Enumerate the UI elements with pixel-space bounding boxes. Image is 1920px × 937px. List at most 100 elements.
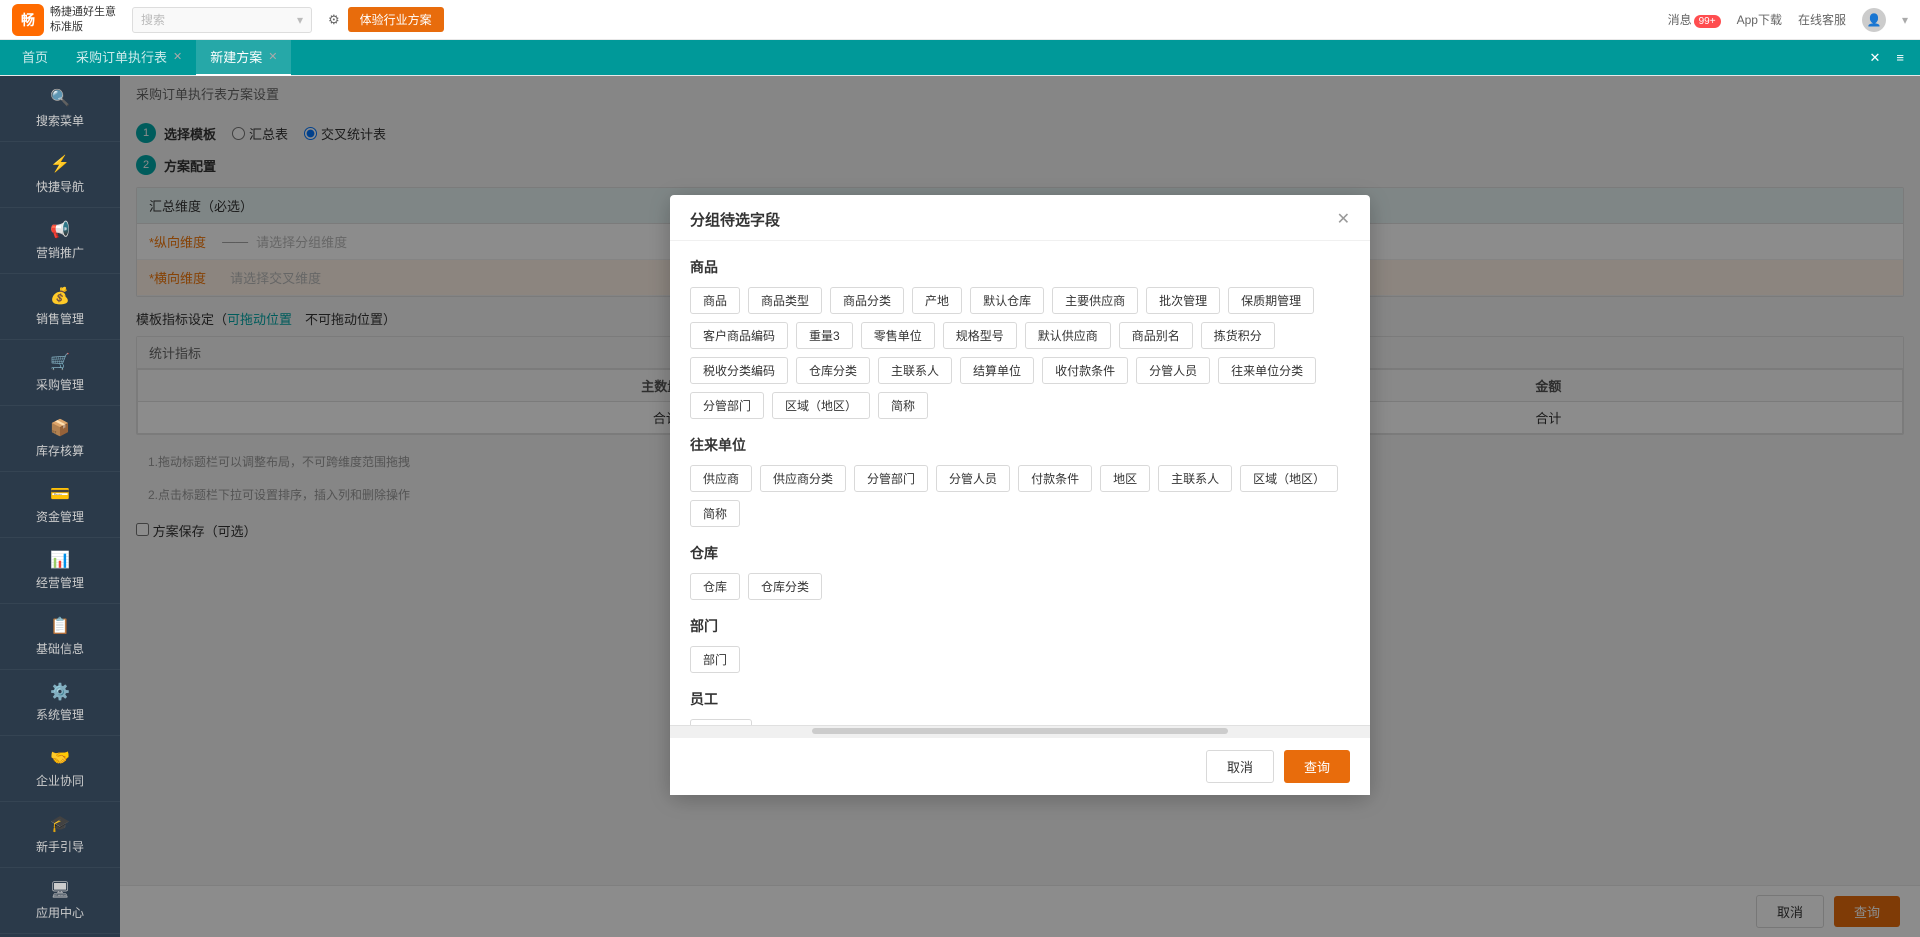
field-tags-商品: 商品商品类型商品分类产地默认仓库主要供应商批次管理保质期管理客户商品编码重量3 零… (690, 287, 1350, 419)
field-tag[interactable]: 保质期管理 (1228, 287, 1314, 314)
modal-header: 分组待选字段 ✕ (670, 195, 1370, 241)
nav-more-btn[interactable]: ≡ (1888, 50, 1912, 65)
tab-close-btn[interactable]: ✕ (268, 50, 277, 63)
field-tag[interactable]: 仓库分类 (748, 573, 822, 600)
section-title-部门: 部门 (690, 616, 1350, 636)
field-tag[interactable]: 区域（地区） (1240, 465, 1338, 492)
section-title-往来单位: 往来单位 (690, 435, 1350, 455)
field-tag[interactable]: 地区 (1100, 465, 1150, 492)
sidebar-item-库存核算[interactable]: 📦 库存核算 (0, 406, 120, 472)
nav-tab[interactable]: 采购订单执行表 ✕ (62, 40, 196, 76)
sidebar-item-新手引导[interactable]: 🎓 新手引导 (0, 802, 120, 868)
field-tag[interactable]: 区域（地区） (772, 392, 870, 419)
top-header: 畅 畅捷通好生意 标准版 搜索 ▾ ⚙ 体验行业方案 消息99+ App下载 在… (0, 0, 1920, 40)
modal-close-btn[interactable]: ✕ (1337, 209, 1350, 229)
field-tag[interactable]: 仓库 (690, 573, 740, 600)
field-tag[interactable]: 商品类型 (748, 287, 822, 314)
section-title-商品: 商品 (690, 257, 1350, 277)
nav-tabs: 首页采购订单执行表 ✕新建方案 ✕ ✕ ≡ (0, 40, 1920, 76)
sidebar-icon: 💳 (50, 484, 70, 504)
modal-cancel-btn[interactable]: 取消 (1206, 750, 1274, 783)
online-service[interactable]: 在线客服 (1798, 11, 1846, 28)
sidebar-icon: 📦 (50, 418, 70, 438)
field-tag[interactable]: 主联系人 (1158, 465, 1232, 492)
notification-area[interactable]: 消息99+ (1668, 11, 1721, 28)
field-tag[interactable]: 税收分类编码 (690, 357, 788, 384)
sidebar-item-快捷导航[interactable]: ⚡ 快捷导航 (0, 142, 120, 208)
sidebar: 🔍 搜索菜单⚡ 快捷导航📢 营销推广💰 销售管理🛒 采购管理📦 库存核算💳 资金… (0, 76, 120, 937)
field-tag[interactable]: 供应商 (690, 465, 752, 492)
field-tag[interactable]: 商品 (690, 287, 740, 314)
field-tag[interactable]: 简称 (690, 500, 740, 527)
field-tag[interactable]: 分管部门 (854, 465, 928, 492)
field-tag[interactable]: 分管部门 (690, 392, 764, 419)
nav-tab[interactable]: 首页 (8, 40, 62, 76)
field-tag[interactable]: 供应商分类 (760, 465, 846, 492)
field-tag[interactable]: 拣货积分 (1201, 322, 1275, 349)
field-tag[interactable]: 分管人员 (1136, 357, 1210, 384)
field-tag[interactable]: 重量3 (796, 322, 853, 349)
hscroll-bar (812, 728, 1227, 734)
field-tags-往来单位: 供应商供应商分类分管部门分管人员付款条件地区主联系人区域（地区） 简称 (690, 465, 1350, 527)
nav-tab[interactable]: 新建方案 ✕ (196, 40, 291, 76)
field-tag[interactable]: 默认供应商 (1025, 322, 1111, 349)
section-title-仓库: 仓库 (690, 543, 1350, 563)
sidebar-item-基础信息[interactable]: 📋 基础信息 (0, 604, 120, 670)
user-avatar[interactable]: 👤 (1862, 8, 1886, 32)
exp-btn[interactable]: 体验行业方案 (348, 7, 444, 32)
nav-close-btn[interactable]: ✕ (1862, 50, 1889, 66)
field-tag[interactable]: 主联系人 (878, 357, 952, 384)
app-download[interactable]: App下载 (1737, 11, 1782, 28)
search-placeholder-text: 搜索 (141, 11, 165, 28)
field-tag[interactable]: 结算单位 (960, 357, 1034, 384)
logo-icon: 畅 (12, 4, 44, 36)
field-tag[interactable]: 客户商品编码 (690, 322, 788, 349)
field-tag[interactable]: 批次管理 (1146, 287, 1220, 314)
sidebar-item-采购管理[interactable]: 🛒 采购管理 (0, 340, 120, 406)
field-tag[interactable]: 商品分类 (830, 287, 904, 314)
sidebar-icon: ⚡ (50, 154, 70, 174)
field-tag[interactable]: 规格型号 (943, 322, 1017, 349)
sidebar-item-销售管理[interactable]: 💰 销售管理 (0, 274, 120, 340)
sidebar-icon: 🖥 (50, 880, 70, 900)
field-tag[interactable]: 零售单位 (861, 322, 935, 349)
sidebar-item-经营管理[interactable]: 📊 经营管理 (0, 538, 120, 604)
sidebar-icon: 📢 (50, 220, 70, 240)
field-tag[interactable]: 产地 (912, 287, 962, 314)
sidebar-icon: 📋 (50, 616, 70, 636)
notification-badge: 99+ (1694, 15, 1721, 28)
sidebar-item-营销推广[interactable]: 📢 营销推广 (0, 208, 120, 274)
field-tag[interactable]: 仓库分类 (796, 357, 870, 384)
sidebar-label: 营销推广 (36, 244, 84, 261)
modal-confirm-btn[interactable]: 查询 (1284, 750, 1350, 783)
sidebar-item-企业协同[interactable]: 🤝 企业协同 (0, 736, 120, 802)
sidebar-item-应用中心[interactable]: 🖥 应用中心 (0, 868, 120, 934)
sidebar-icon: 🔍 (50, 88, 70, 108)
header-more[interactable]: ▾ (1902, 13, 1908, 27)
modal-hscroll[interactable] (670, 725, 1370, 737)
sidebar-label: 搜索菜单 (36, 112, 84, 129)
sidebar-item-搜索菜单[interactable]: 🔍 搜索菜单 (0, 76, 120, 142)
sidebar-item-资金管理[interactable]: 💳 资金管理 (0, 472, 120, 538)
field-tag[interactable]: 收付款条件 (1042, 357, 1128, 384)
sidebar-label: 销售管理 (36, 310, 84, 327)
tab-close-btn[interactable]: ✕ (173, 50, 182, 63)
section-title-员工: 员工 (690, 689, 1350, 709)
gear-icon[interactable]: ⚙ (328, 12, 340, 28)
sidebar-item-系统管理[interactable]: ⚙️ 系统管理 (0, 670, 120, 736)
sidebar-label: 经营管理 (36, 574, 84, 591)
field-tags-部门: 部门 (690, 646, 1350, 673)
field-tag[interactable]: 部门 (690, 646, 740, 673)
field-tag[interactable]: 往来单位分类 (1218, 357, 1316, 384)
field-tag[interactable]: 分管人员 (936, 465, 1010, 492)
search-bar[interactable]: 搜索 ▾ (132, 7, 312, 33)
sidebar-icon: 🎓 (50, 814, 70, 834)
field-tag[interactable]: 付款条件 (1018, 465, 1092, 492)
field-tag[interactable]: 主要供应商 (1052, 287, 1138, 314)
field-tag[interactable]: 简称 (878, 392, 928, 419)
sidebar-label: 新手引导 (36, 838, 84, 855)
sidebar-label: 应用中心 (36, 904, 84, 921)
modal-body[interactable]: 商品商品商品类型商品分类产地默认仓库主要供应商批次管理保质期管理客户商品编码重量… (670, 241, 1370, 725)
field-tag[interactable]: 默认仓库 (970, 287, 1044, 314)
field-tag[interactable]: 商品别名 (1119, 322, 1193, 349)
